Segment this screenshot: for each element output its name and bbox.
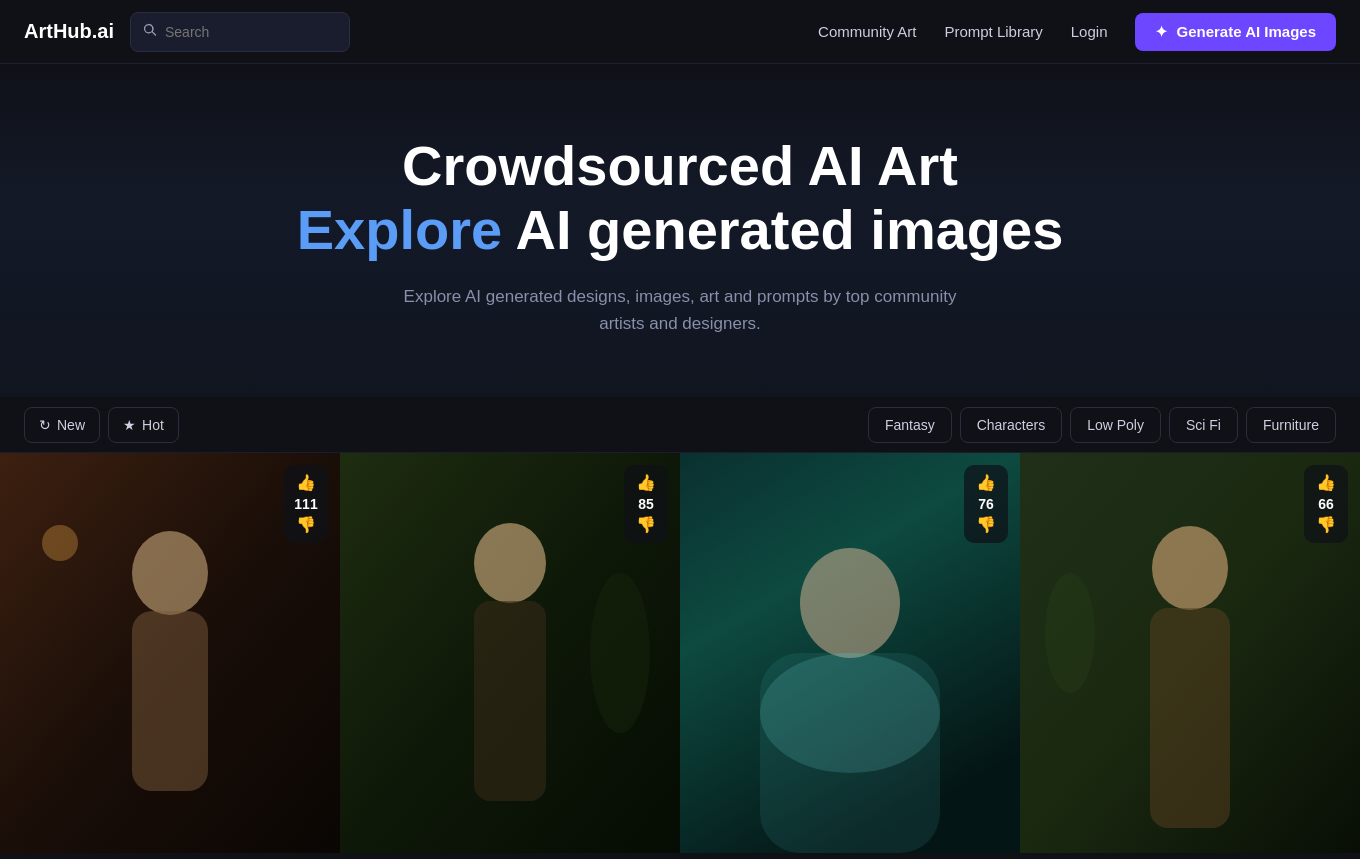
prompt-library-link[interactable]: Prompt Library bbox=[944, 23, 1042, 40]
svg-point-7 bbox=[590, 573, 650, 733]
vote-overlay-1: 👍 111 👎 bbox=[284, 465, 328, 543]
nav-left: ArtHub.ai bbox=[24, 12, 350, 52]
svg-rect-11 bbox=[760, 653, 940, 853]
svg-point-5 bbox=[474, 523, 546, 603]
vote-count-1: 111 bbox=[294, 497, 317, 511]
svg-point-1 bbox=[132, 531, 208, 615]
logo[interactable]: ArtHub.ai bbox=[24, 20, 114, 43]
vote-count-4: 66 bbox=[1318, 497, 1334, 511]
nav-right: Community Art Prompt Library Login ✦ Gen… bbox=[818, 13, 1336, 51]
filter-tags: Fantasy Characters Low Poly Sci Fi Furni… bbox=[868, 407, 1336, 443]
upvote-1[interactable]: 👍 bbox=[294, 473, 318, 493]
svg-rect-2 bbox=[132, 611, 208, 791]
login-link[interactable]: Login bbox=[1071, 23, 1108, 40]
gallery-item-4[interactable]: 👍 66 👎 bbox=[1020, 453, 1360, 853]
downvote-1[interactable]: 👎 bbox=[294, 515, 318, 535]
svg-point-9 bbox=[800, 548, 900, 658]
generate-button[interactable]: ✦ Generate AI Images bbox=[1135, 13, 1336, 51]
filter-left: ↻ New ★ Hot bbox=[24, 407, 179, 443]
gallery-item-3[interactable]: 👍 76 👎 bbox=[680, 453, 1020, 853]
hero-title: Crowdsourced AI Art Explore AI generated… bbox=[24, 134, 1336, 263]
community-art-link[interactable]: Community Art bbox=[818, 23, 916, 40]
tag-low-poly[interactable]: Low Poly bbox=[1070, 407, 1161, 443]
svg-rect-6 bbox=[474, 601, 546, 801]
vote-count-3: 76 bbox=[978, 497, 994, 511]
generate-label: Generate AI Images bbox=[1176, 23, 1316, 40]
new-icon: ↻ bbox=[39, 417, 51, 433]
hero-subtitle: Explore AI generated designs, images, ar… bbox=[380, 283, 980, 337]
filter-bar: ↻ New ★ Hot Fantasy Characters Low Poly … bbox=[0, 397, 1360, 453]
svg-point-13 bbox=[1152, 526, 1228, 610]
svg-point-3 bbox=[42, 525, 78, 561]
gallery: 👍 111 👎 👍 85 bbox=[0, 453, 1360, 853]
search-wrap bbox=[130, 12, 350, 52]
tag-furniture[interactable]: Furniture bbox=[1246, 407, 1336, 443]
downvote-4[interactable]: 👎 bbox=[1314, 515, 1338, 535]
navbar: ArtHub.ai Community Art Prompt Library L… bbox=[0, 0, 1360, 64]
new-label: New bbox=[57, 417, 85, 433]
svg-rect-14 bbox=[1150, 608, 1230, 828]
generate-icon: ✦ bbox=[1155, 23, 1168, 41]
tag-sci-fi[interactable]: Sci Fi bbox=[1169, 407, 1238, 443]
search-icon bbox=[143, 23, 157, 41]
hot-icon: ★ bbox=[123, 417, 136, 433]
upvote-4[interactable]: 👍 bbox=[1314, 473, 1338, 493]
hero-section: Crowdsourced AI Art Explore AI generated… bbox=[0, 64, 1360, 397]
hot-label: Hot bbox=[142, 417, 164, 433]
gallery-item-2[interactable]: 👍 85 👎 bbox=[340, 453, 680, 853]
upvote-2[interactable]: 👍 bbox=[634, 473, 658, 493]
upvote-3[interactable]: 👍 bbox=[974, 473, 998, 493]
new-filter-button[interactable]: ↻ New bbox=[24, 407, 100, 443]
gallery-item-1[interactable]: 👍 111 👎 bbox=[0, 453, 340, 853]
vote-overlay-4: 👍 66 👎 bbox=[1304, 465, 1348, 543]
vote-overlay-2: 👍 85 👎 bbox=[624, 465, 668, 543]
vote-count-2: 85 bbox=[638, 497, 654, 511]
vote-overlay-3: 👍 76 👎 bbox=[964, 465, 1008, 543]
tag-fantasy[interactable]: Fantasy bbox=[868, 407, 952, 443]
tag-characters[interactable]: Characters bbox=[960, 407, 1062, 443]
svg-point-15 bbox=[1045, 573, 1095, 693]
search-input[interactable] bbox=[165, 24, 337, 40]
hot-filter-button[interactable]: ★ Hot bbox=[108, 407, 179, 443]
downvote-3[interactable]: 👎 bbox=[974, 515, 998, 535]
downvote-2[interactable]: 👎 bbox=[634, 515, 658, 535]
